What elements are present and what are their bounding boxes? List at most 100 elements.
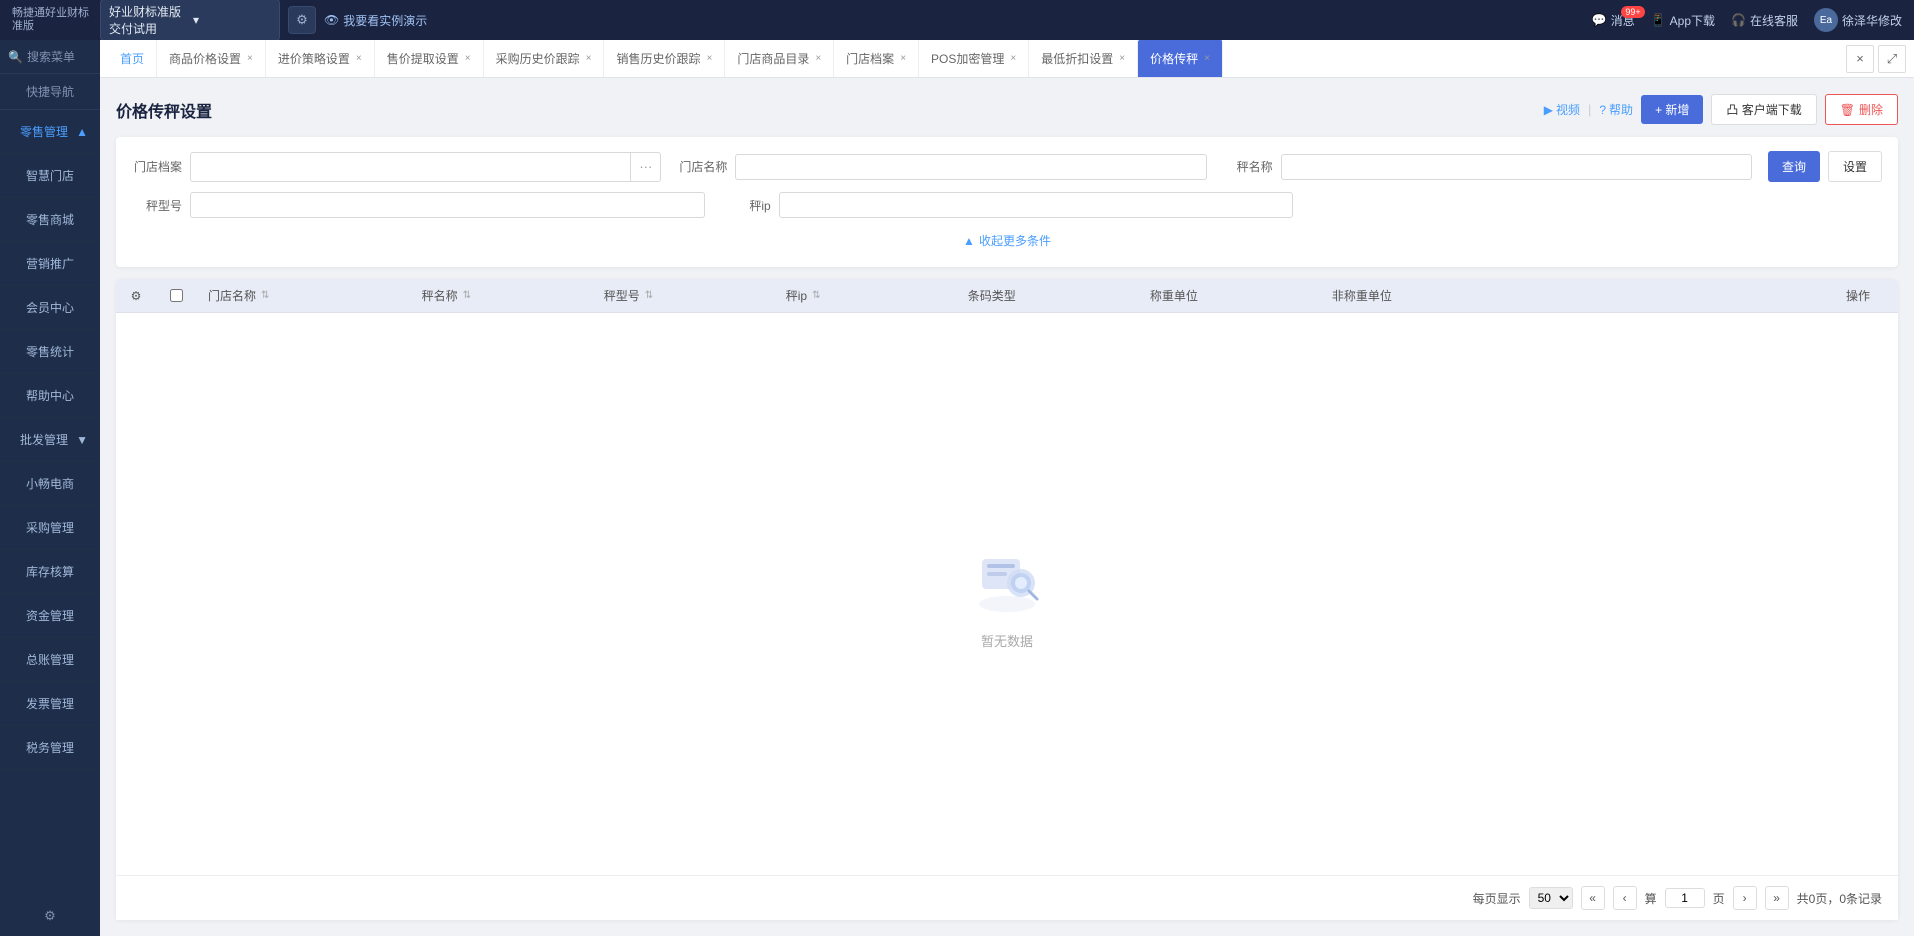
client-download-button[interactable]: 凸 客户端下载 (1711, 94, 1816, 125)
gear-icon: ⚙ (131, 289, 142, 303)
collapse-icon: ▲ (963, 234, 975, 248)
page-size-select[interactable]: 50 (1529, 887, 1573, 909)
query-button[interactable]: 查询 (1768, 151, 1820, 182)
last-page-button[interactable]: » (1765, 886, 1789, 910)
tab-purchase-history-price[interactable]: 采购历史价跟踪 × (484, 40, 605, 78)
tab-purchase-price-strategy[interactable]: 进价策略设置 × (266, 40, 375, 78)
sidebar-settings-button[interactable]: ⚙ (0, 896, 100, 936)
tab-close-icon[interactable]: × (815, 53, 821, 64)
sidebar-item-invoice-mgmt[interactable]: 发票管理 (0, 682, 100, 726)
scale-model-label: 秤型号 (132, 197, 182, 214)
sidebar-item-retail-mall[interactable]: 零售商城 (0, 198, 100, 242)
tab-close-icon[interactable]: × (706, 53, 712, 64)
search-icon: 🔍 (8, 50, 23, 64)
sidebar-item-general-ledger[interactable]: 总账管理 (0, 638, 100, 682)
sidebar-item-smart-store[interactable]: 智慧门店 (0, 154, 100, 198)
sidebar-item-retail-mgmt[interactable]: 零售管理 ▲ (0, 110, 100, 154)
sidebar-item-help-center[interactable]: 帮助中心 (0, 374, 100, 418)
app-download-button[interactable]: 📱 App下载 (1651, 12, 1715, 29)
first-page-button[interactable]: « (1581, 886, 1605, 910)
tab-home[interactable]: 首页 (108, 40, 157, 78)
next-page-button[interactable]: › (1733, 886, 1757, 910)
sidebar-item-retail-stats[interactable]: 零售统计 (0, 330, 100, 374)
help-icon: ? (1599, 103, 1606, 117)
tab-store-product-catalog[interactable]: 门店商品目录 × (725, 40, 834, 78)
sidebar-item-finance[interactable]: 资金管理 (0, 594, 100, 638)
collapse-button[interactable]: ▲ 收起更多条件 (132, 228, 1882, 253)
tab-min-discount[interactable]: 最低折扣设置 × (1029, 40, 1138, 78)
store-file-browse-button[interactable]: ··· (630, 153, 660, 181)
th-settings[interactable]: ⚙ (116, 289, 156, 303)
sidebar-item-marketing[interactable]: 营销推广 (0, 242, 100, 286)
eye-icon: 👁 (324, 13, 339, 27)
video-link[interactable]: ▶ 视频 (1544, 101, 1580, 118)
store-file-input[interactable] (191, 155, 630, 179)
per-page-label: 每页显示 (1473, 890, 1521, 907)
delete-icon: 🗑 (1840, 103, 1855, 117)
scale-ip-input[interactable] (779, 192, 1294, 218)
store-file-label: 门店档案 (132, 158, 182, 175)
tab-close-current-button[interactable]: × (1846, 45, 1874, 73)
help-link[interactable]: ? 帮助 (1599, 101, 1633, 118)
sidebar-item-tax-mgmt[interactable]: 税务管理 (0, 726, 100, 770)
demo-link[interactable]: 👁 我要看实例演示 (324, 12, 427, 29)
th-scale-model[interactable]: 秤型号 (592, 287, 774, 304)
sidebar-quick-nav[interactable]: 快捷导航 (0, 74, 100, 110)
tab-close-icon[interactable]: × (247, 53, 253, 64)
store-name-input[interactable] (735, 154, 1206, 180)
settings-button[interactable]: 设置 (1828, 151, 1882, 182)
sidebar: 🔍 搜索菜单 快捷导航 零售管理 ▲ 智慧门店 零售商城 营销推广 会员中心 零… (0, 40, 100, 936)
top-bar-left: 畅捷通好业财标准版 好业财标准版交付试用 ▾ ⚙ 👁 我要看实例演示 (12, 0, 427, 41)
prev-page-button[interactable]: ‹ (1613, 886, 1637, 910)
tab-close-icon[interactable]: × (586, 53, 592, 64)
message-icon: 💬 (1592, 13, 1607, 27)
table-header: ⚙ 门店名称 秤名称 秤型号 秤ip (116, 279, 1898, 313)
tab-maximize-button[interactable]: ⤢ (1878, 45, 1906, 73)
scale-name-input[interactable] (1281, 154, 1752, 180)
edition-selector[interactable]: 好业财标准版交付试用 ▾ (100, 0, 280, 41)
tab-close-icon[interactable]: × (1119, 53, 1125, 64)
th-checkbox[interactable] (156, 289, 196, 302)
total-records: 共0页，0条记录 (1797, 890, 1882, 907)
sidebar-item-purchase-mgmt[interactable]: 采购管理 (0, 506, 100, 550)
edition-value: 好业财标准版交付试用 (109, 3, 187, 37)
tab-store-files[interactable]: 门店档案 × (834, 40, 919, 78)
tab-sales-history-price[interactable]: 销售历史价跟踪 × (604, 40, 725, 78)
sidebar-item-xiaochang-ecom[interactable]: 小畅电商 (0, 462, 100, 506)
store-file-input-wrapper: ··· (190, 152, 661, 182)
th-scale-name[interactable]: 秤名称 (410, 287, 592, 304)
arrow-icon: ▲ (76, 125, 88, 139)
tab-pos-encryption[interactable]: POS加密管理 × (919, 40, 1029, 78)
tab-close-icon[interactable]: × (900, 53, 906, 64)
th-store-name[interactable]: 门店名称 (196, 287, 410, 304)
scale-model-input[interactable] (190, 192, 705, 218)
select-all-checkbox[interactable] (170, 289, 183, 302)
page-number-input[interactable]: 1 (1665, 888, 1705, 908)
tab-close-icon[interactable]: × (1010, 53, 1016, 64)
data-table: ⚙ 门店名称 秤名称 秤型号 秤ip (116, 279, 1898, 920)
tab-price-scale[interactable]: 价格传秤 × (1138, 40, 1223, 78)
th-scale-ip[interactable]: 秤ip (774, 287, 956, 304)
gear-icon: ⚙ (296, 12, 308, 28)
app-title: 畅捷通好业财标准版 (12, 7, 92, 33)
add-button[interactable]: + 新增 (1641, 95, 1703, 124)
edition-settings-button[interactable]: ⚙ (288, 6, 316, 34)
sidebar-item-inventory[interactable]: 库存核算 (0, 550, 100, 594)
sidebar-item-wholesale-mgmt[interactable]: 批发管理 ▼ (0, 418, 100, 462)
message-button[interactable]: 💬 消息 99+ (1592, 12, 1635, 29)
user-menu-button[interactable]: Ea 徐泽华修改 (1814, 8, 1902, 32)
store-file-field: 门店档案 ··· (132, 152, 661, 182)
tab-sale-price-extract[interactable]: 售价提取设置 × (375, 40, 484, 78)
tab-close-icon[interactable]: × (465, 53, 471, 64)
content-area: 首页 商品价格设置 × 进价策略设置 × 售价提取设置 × 采购历史价跟踪 × … (100, 40, 1914, 936)
tab-close-icon[interactable]: × (356, 53, 362, 64)
delete-button[interactable]: 🗑 删除 (1825, 94, 1898, 125)
empty-text: 暂无数据 (981, 631, 1033, 650)
tab-product-price-settings[interactable]: 商品价格设置 × (157, 40, 266, 78)
sidebar-search[interactable]: 🔍 搜索菜单 (0, 40, 100, 74)
tab-close-icon[interactable]: × (1204, 53, 1210, 64)
sidebar-item-member-center[interactable]: 会员中心 (0, 286, 100, 330)
th-barcode-type: 条码类型 (956, 287, 1138, 304)
online-service-button[interactable]: 🎧 在线客服 (1731, 12, 1798, 29)
page-content: 价格传秤设置 ▶ 视频 | ? 帮助 + 新增 凸 客户端下载 (100, 78, 1914, 936)
